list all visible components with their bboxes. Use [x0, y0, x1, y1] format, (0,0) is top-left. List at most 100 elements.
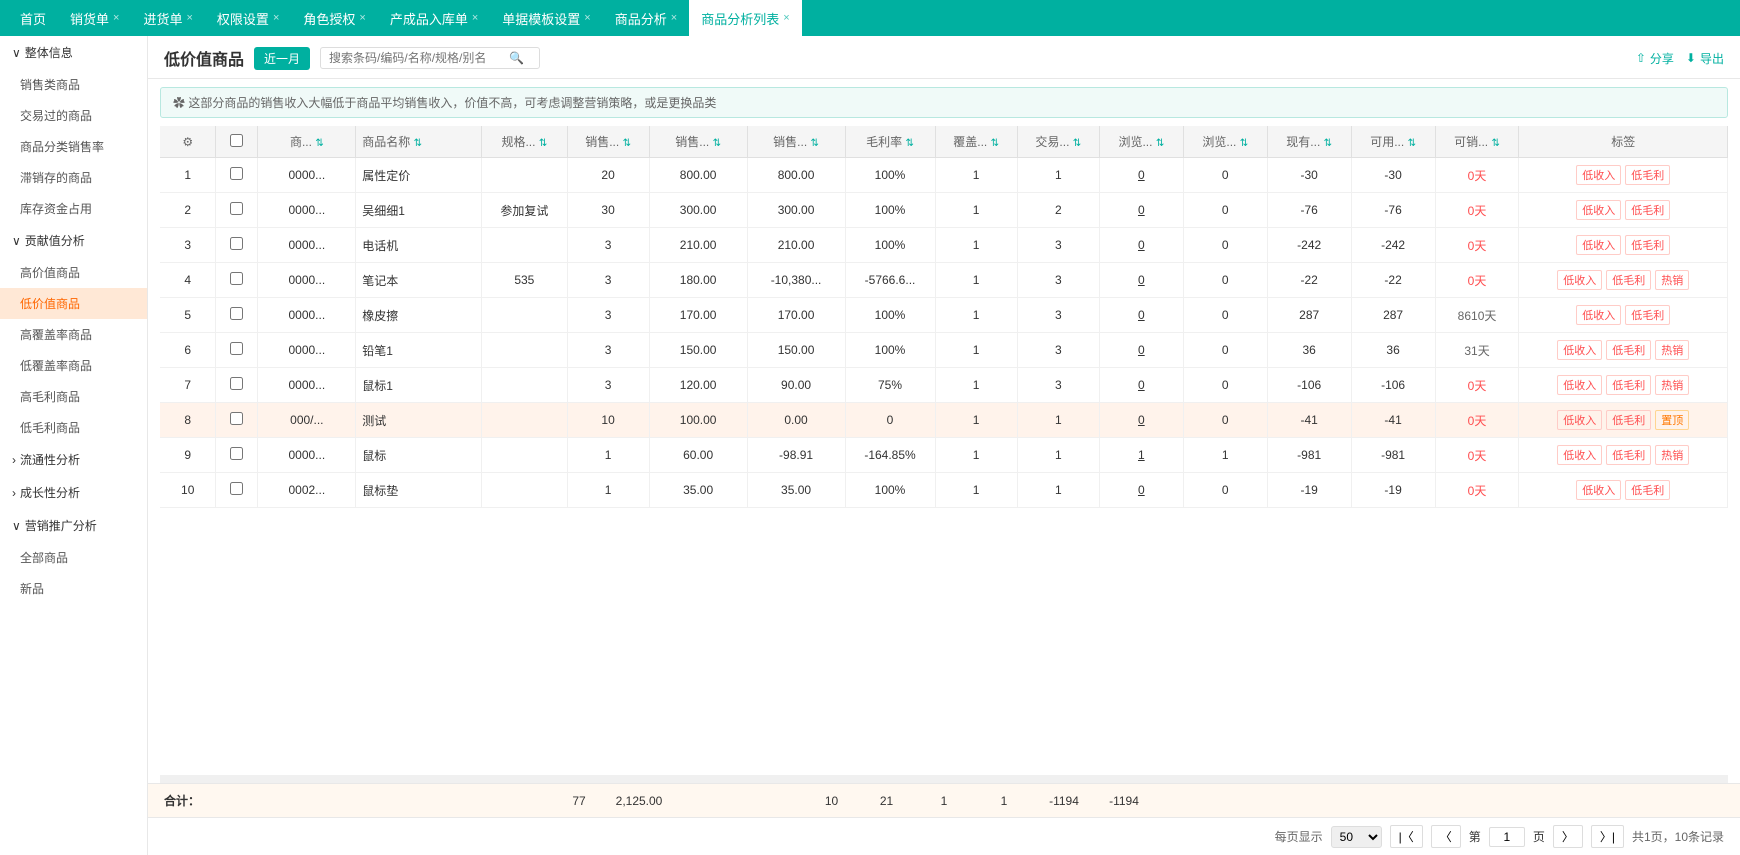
col-header-salesqty[interactable]: 销售... ⇅ [567, 126, 649, 158]
cell-browse1[interactable]: 0 [1099, 403, 1183, 438]
nav-home[interactable]: 首页 [8, 0, 58, 36]
col-header-name[interactable]: 商品名称 ⇅ [356, 126, 482, 158]
col-header-salesamt[interactable]: 销售... ⇅ [747, 126, 845, 158]
prev-page-button[interactable]: 〈 [1431, 825, 1461, 848]
cell-browse1[interactable]: 0 [1099, 473, 1183, 508]
browse1-link[interactable]: 0 [1138, 168, 1145, 182]
cell-browse1[interactable]: 0 [1099, 298, 1183, 333]
nav-close-permission[interactable]: × [273, 12, 279, 24]
col-header-current[interactable]: 现有... ⇅ [1267, 126, 1351, 158]
col-header-available[interactable]: 可用... ⇅ [1351, 126, 1435, 158]
browse1-link[interactable]: 0 [1138, 238, 1145, 252]
row-checkbox[interactable] [230, 307, 243, 320]
sidebar-item-low-value[interactable]: 低价值商品 [0, 288, 147, 319]
browse1-link[interactable]: 1 [1138, 448, 1145, 462]
col-header-browse1[interactable]: 浏览... ⇅ [1099, 126, 1183, 158]
sidebar-item-high-coverage[interactable]: 高覆盖率商品 [0, 319, 147, 350]
sidebar-section-growth[interactable]: › 成长性分析 [0, 476, 147, 509]
browse1-link[interactable]: 0 [1138, 343, 1145, 357]
next-page-button[interactable]: 〉 [1553, 825, 1583, 848]
row-checkbox[interactable] [230, 167, 243, 180]
nav-close-role[interactable]: × [359, 12, 365, 24]
search-input[interactable] [329, 51, 509, 65]
export-button[interactable]: ⬇ 导出 [1686, 50, 1724, 67]
table-container[interactable]: ⚙ 商... ⇅ 商品名称 ⇅ [148, 126, 1740, 775]
cell-check[interactable] [216, 473, 258, 508]
nav-product-instock[interactable]: 产成品入库单 × [378, 0, 490, 36]
cell-browse1[interactable]: 0 [1099, 193, 1183, 228]
cell-browse1[interactable]: 1 [1099, 438, 1183, 473]
row-checkbox[interactable] [230, 377, 243, 390]
cell-check[interactable] [216, 438, 258, 473]
col-header-trade[interactable]: 交易... ⇅ [1017, 126, 1099, 158]
browse1-link[interactable]: 0 [1138, 273, 1145, 287]
sidebar-section-contribution[interactable]: ∨ 贡献值分析 [0, 224, 147, 257]
nav-template[interactable]: 单据模板设置 × [490, 0, 602, 36]
horizontal-scrollbar[interactable] [160, 775, 1728, 783]
row-checkbox[interactable] [230, 447, 243, 460]
sidebar-item-high-margin[interactable]: 高毛利商品 [0, 381, 147, 412]
sidebar-item-low-margin[interactable]: 低毛利商品 [0, 412, 147, 443]
col-header-browse2[interactable]: 浏览... ⇅ [1183, 126, 1267, 158]
sidebar-item-slow-moving[interactable]: 滞销存的商品 [0, 162, 147, 193]
browse1-link[interactable]: 0 [1138, 308, 1145, 322]
cell-check[interactable] [216, 228, 258, 263]
nav-product-analysis[interactable]: 商品分析 × [603, 0, 689, 36]
sidebar-section-overview[interactable]: ∨ 整体信息 [0, 36, 147, 69]
sidebar-section-marketing[interactable]: ∨ 营销推广分析 [0, 509, 147, 542]
cell-check[interactable] [216, 193, 258, 228]
browse1-link[interactable]: 0 [1138, 413, 1145, 427]
nav-close-pl[interactable]: × [783, 12, 789, 24]
page-size-select[interactable]: 50 100 200 [1331, 826, 1382, 848]
time-filter-button[interactable]: 近一月 [254, 47, 310, 70]
sidebar-item-traded[interactable]: 交易过的商品 [0, 100, 147, 131]
sidebar-item-high-value[interactable]: 高价值商品 [0, 257, 147, 288]
nav-close-purchase[interactable]: × [186, 12, 192, 24]
sidebar-item-low-coverage[interactable]: 低覆盖率商品 [0, 350, 147, 381]
cell-browse1[interactable]: 0 [1099, 333, 1183, 368]
nav-permission[interactable]: 权限设置 × [205, 0, 291, 36]
nav-close-template[interactable]: × [584, 12, 590, 24]
nav-close-pa[interactable]: × [671, 12, 677, 24]
row-checkbox[interactable] [230, 202, 243, 215]
page-input[interactable] [1489, 827, 1525, 847]
nav-role[interactable]: 角色授权 × [291, 0, 377, 36]
col-header-sellable[interactable]: 可销... ⇅ [1435, 126, 1519, 158]
col-header-code[interactable]: 商... ⇅ [258, 126, 356, 158]
settings-icon[interactable]: ⚙ [182, 135, 193, 149]
nav-close-product[interactable]: × [472, 12, 478, 24]
row-checkbox[interactable] [230, 237, 243, 250]
first-page-button[interactable]: |〈 [1390, 825, 1423, 848]
sidebar-item-sales-products[interactable]: 销售类商品 [0, 69, 147, 100]
col-header-spec[interactable]: 规格... ⇅ [482, 126, 567, 158]
cell-browse1[interactable]: 0 [1099, 228, 1183, 263]
col-header-coverage[interactable]: 覆盖... ⇅ [935, 126, 1017, 158]
sidebar-item-inventory-funds[interactable]: 库存资金占用 [0, 193, 147, 224]
browse1-link[interactable]: 0 [1138, 483, 1145, 497]
row-checkbox[interactable] [230, 412, 243, 425]
cell-browse1[interactable]: 0 [1099, 263, 1183, 298]
row-checkbox[interactable] [230, 272, 243, 285]
sidebar-item-all-products[interactable]: 全部商品 [0, 542, 147, 573]
cell-check[interactable] [216, 158, 258, 193]
browse1-link[interactable]: 0 [1138, 378, 1145, 392]
row-checkbox[interactable] [230, 482, 243, 495]
last-page-button[interactable]: 〉| [1591, 825, 1624, 848]
browse1-link[interactable]: 0 [1138, 203, 1145, 217]
nav-sales[interactable]: 销货单 × [58, 0, 131, 36]
cell-check[interactable] [216, 333, 258, 368]
cell-browse1[interactable]: 0 [1099, 158, 1183, 193]
cell-check[interactable] [216, 298, 258, 333]
select-all-checkbox[interactable] [230, 134, 243, 147]
col-header-margin[interactable]: 毛利率 ⇅ [845, 126, 935, 158]
nav-close-sales[interactable]: × [113, 12, 119, 24]
sidebar-item-new-products[interactable]: 新品 [0, 573, 147, 604]
nav-product-list[interactable]: 商品分析列表 × [689, 0, 801, 36]
cell-check[interactable] [216, 403, 258, 438]
sidebar-section-circulation[interactable]: › 流通性分析 [0, 443, 147, 476]
cell-check[interactable] [216, 368, 258, 403]
share-button[interactable]: ⇧ 分享 [1636, 50, 1674, 67]
cell-browse1[interactable]: 0 [1099, 368, 1183, 403]
sidebar-item-category-sales[interactable]: 商品分类销售率 [0, 131, 147, 162]
nav-purchase[interactable]: 进货单 × [131, 0, 204, 36]
